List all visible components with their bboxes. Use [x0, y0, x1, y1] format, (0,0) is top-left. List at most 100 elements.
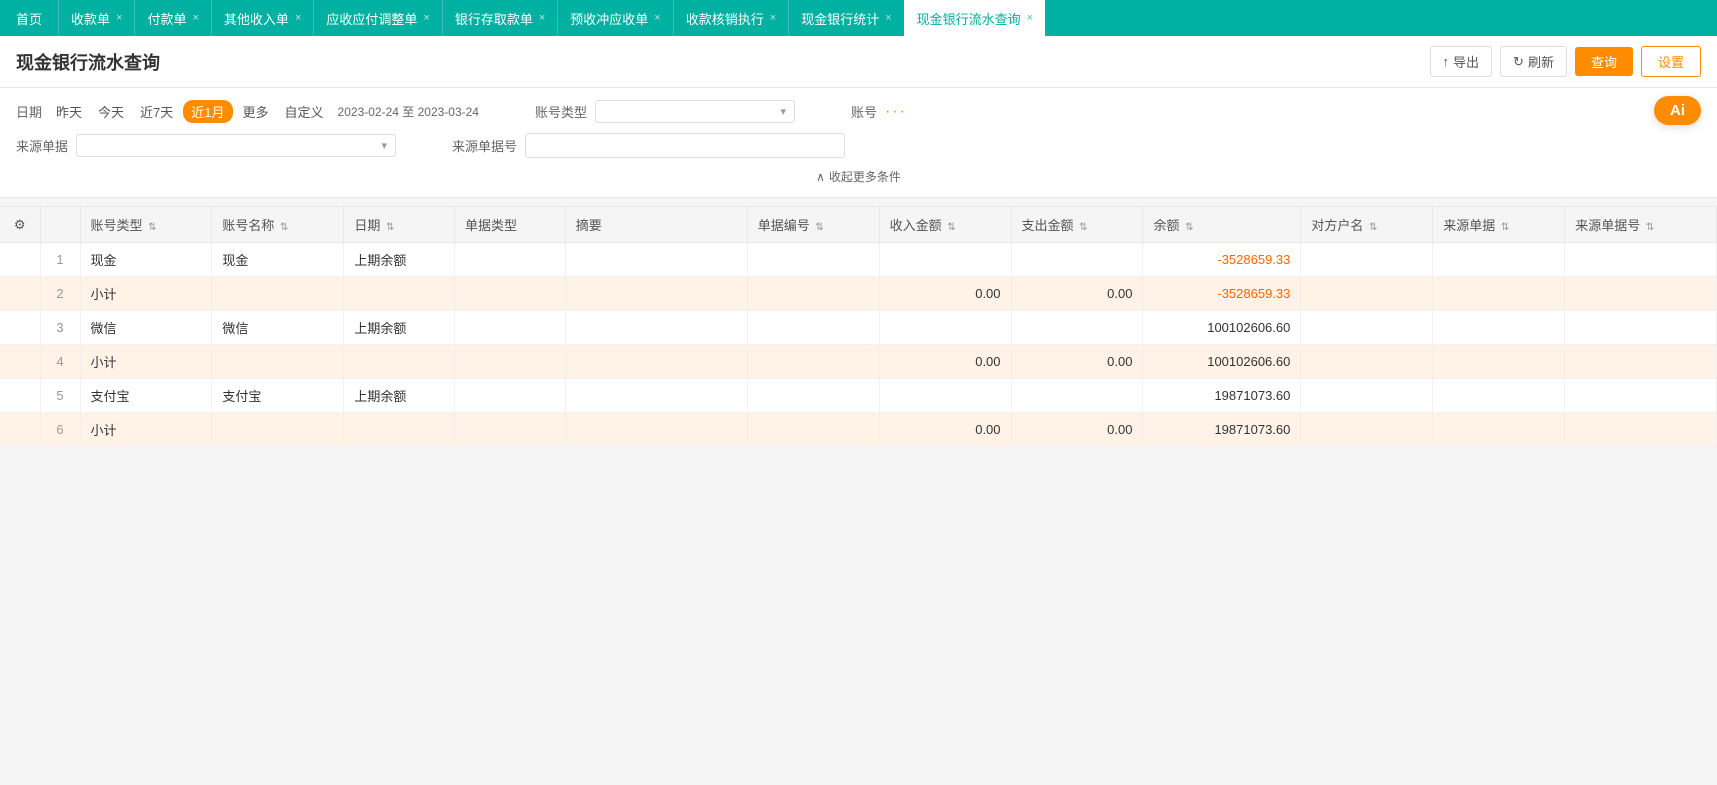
- nav-tab-other-income[interactable]: 其他收入单 ×: [211, 0, 313, 36]
- td-date: 上期余额: [344, 243, 455, 277]
- source-doc-no-input[interactable]: [525, 133, 845, 158]
- nav-tab-advance[interactable]: 预收冲应收单 ×: [557, 0, 672, 36]
- account-type-label: 账号类型: [535, 102, 587, 121]
- td-summary: [565, 311, 747, 345]
- td-doc-type: [455, 277, 566, 311]
- th-balance[interactable]: 余额 ⇅: [1143, 207, 1301, 243]
- refresh-icon: ↻: [1513, 54, 1524, 70]
- td-counterparty: [1301, 277, 1433, 311]
- source-doc-select[interactable]: ▾: [76, 134, 396, 157]
- th-doc-no[interactable]: 单据编号 ⇅: [747, 207, 879, 243]
- dots-button[interactable]: ···: [885, 103, 907, 121]
- td-account-type: 现金: [80, 243, 212, 277]
- date-opt-yesterday[interactable]: 昨天: [50, 100, 88, 123]
- td-income: [879, 311, 1011, 345]
- table-container: ⚙ 账号类型 ⇅ 账号名称 ⇅ 日期 ⇅ 单据类型 摘要 单据编号 ⇅ 收入金额…: [0, 206, 1717, 447]
- td-income: 0.00: [879, 277, 1011, 311]
- td-account-name: [212, 277, 344, 311]
- td-doc-type: [455, 413, 566, 447]
- export-icon: ↑: [1443, 54, 1450, 69]
- ai-button[interactable]: Ai: [1654, 96, 1701, 125]
- top-nav: 首页 收款单 × 付款单 × 其他收入单 × 应收应付调整单 × 银行存取款单 …: [0, 0, 1717, 36]
- td-balance: 19871073.60: [1143, 413, 1301, 447]
- th-source-doc[interactable]: 来源单据 ⇅: [1433, 207, 1565, 243]
- td-doc-no: [747, 345, 879, 379]
- nav-tab-receipt[interactable]: 收款单 ×: [58, 0, 134, 36]
- nav-tab-cashflow[interactable]: 现金银行流水查询 ×: [904, 0, 1045, 36]
- nav-tab-adjustment[interactable]: 应收应付调整单 ×: [313, 0, 441, 36]
- td-doc-no: [747, 243, 879, 277]
- td-settings: [0, 379, 40, 413]
- date-opt-today[interactable]: 今天: [92, 100, 130, 123]
- td-settings: [0, 413, 40, 447]
- page-title: 现金银行流水查询: [16, 49, 160, 75]
- query-button[interactable]: 查询: [1575, 47, 1633, 76]
- td-source-doc: [1433, 277, 1565, 311]
- td-doc-type: [455, 379, 566, 413]
- td-expense: 0.00: [1011, 413, 1143, 447]
- chevron-up-icon: ∧: [816, 170, 825, 184]
- th-source-doc-no[interactable]: 来源单据号 ⇅: [1565, 207, 1717, 243]
- collapse-bar[interactable]: ∧ 收起更多条件: [16, 168, 1701, 185]
- close-icon[interactable]: ×: [423, 12, 429, 24]
- close-icon[interactable]: ×: [1027, 12, 1033, 24]
- td-account-type: 小计: [80, 277, 212, 311]
- close-icon[interactable]: ×: [116, 12, 122, 24]
- td-source-doc-no: [1565, 413, 1717, 447]
- td-source-doc: [1433, 413, 1565, 447]
- export-button[interactable]: ↑ 导出: [1430, 46, 1493, 77]
- account-type-select[interactable]: ▾: [595, 100, 795, 123]
- nav-tab-payment[interactable]: 付款单 ×: [134, 0, 210, 36]
- td-balance: -3528659.33: [1143, 277, 1301, 311]
- nav-tab-verification[interactable]: 收款核销执行 ×: [673, 0, 788, 36]
- td-source-doc: [1433, 243, 1565, 277]
- close-icon[interactable]: ×: [654, 12, 660, 24]
- td-index: 1: [40, 243, 80, 277]
- td-summary: [565, 379, 747, 413]
- th-expense[interactable]: 支出金额 ⇅: [1011, 207, 1143, 243]
- th-income[interactable]: 收入金额 ⇅: [879, 207, 1011, 243]
- td-date: 上期余额: [344, 379, 455, 413]
- td-counterparty: [1301, 345, 1433, 379]
- close-icon[interactable]: ×: [770, 12, 776, 24]
- td-settings: [0, 277, 40, 311]
- date-opt-custom[interactable]: 自定义: [279, 100, 330, 123]
- nav-home[interactable]: 首页: [0, 0, 58, 36]
- td-source-doc-no: [1565, 345, 1717, 379]
- td-counterparty: [1301, 379, 1433, 413]
- source-doc-no-label: 来源单据号: [452, 136, 517, 155]
- refresh-button[interactable]: ↻ 刷新: [1500, 46, 1567, 77]
- nav-tab-stats[interactable]: 现金银行统计 ×: [788, 0, 903, 36]
- filter-row-2: 来源单据 ▾ 来源单据号: [16, 133, 1701, 158]
- th-index: [40, 207, 80, 243]
- date-opt-7days[interactable]: 近7天: [134, 100, 179, 123]
- table-row: 4 小计 0.00 0.00 100102606.60: [0, 345, 1717, 379]
- date-opt-more[interactable]: 更多: [237, 100, 275, 123]
- td-index: 2: [40, 277, 80, 311]
- close-icon[interactable]: ×: [885, 12, 891, 24]
- th-account-name[interactable]: 账号名称 ⇅: [212, 207, 344, 243]
- td-balance: 100102606.60: [1143, 311, 1301, 345]
- nav-tab-bank-deposit[interactable]: 银行存取款单 ×: [442, 0, 557, 36]
- table-body: 1 现金 现金 上期余额 -3528659.33 2 小计 0.00 0.00 …: [0, 243, 1717, 447]
- td-settings: [0, 345, 40, 379]
- td-doc-type: [455, 243, 566, 277]
- close-icon[interactable]: ×: [539, 12, 545, 24]
- td-date: 上期余额: [344, 311, 455, 345]
- th-settings[interactable]: ⚙: [0, 207, 40, 243]
- td-balance: 19871073.60: [1143, 379, 1301, 413]
- close-icon[interactable]: ×: [192, 12, 198, 24]
- td-account-type: 小计: [80, 345, 212, 379]
- td-expense: [1011, 379, 1143, 413]
- th-date[interactable]: 日期 ⇅: [344, 207, 455, 243]
- td-summary: [565, 345, 747, 379]
- td-account-type: 小计: [80, 413, 212, 447]
- td-income: 0.00: [879, 345, 1011, 379]
- td-source-doc-no: [1565, 243, 1717, 277]
- close-icon[interactable]: ×: [295, 12, 301, 24]
- th-account-type[interactable]: 账号类型 ⇅: [80, 207, 212, 243]
- settings-button[interactable]: 设置: [1641, 46, 1701, 77]
- date-opt-1month[interactable]: 近1月: [183, 100, 232, 123]
- th-counterparty[interactable]: 对方户名 ⇅: [1301, 207, 1433, 243]
- source-doc-label: 来源单据: [16, 136, 68, 155]
